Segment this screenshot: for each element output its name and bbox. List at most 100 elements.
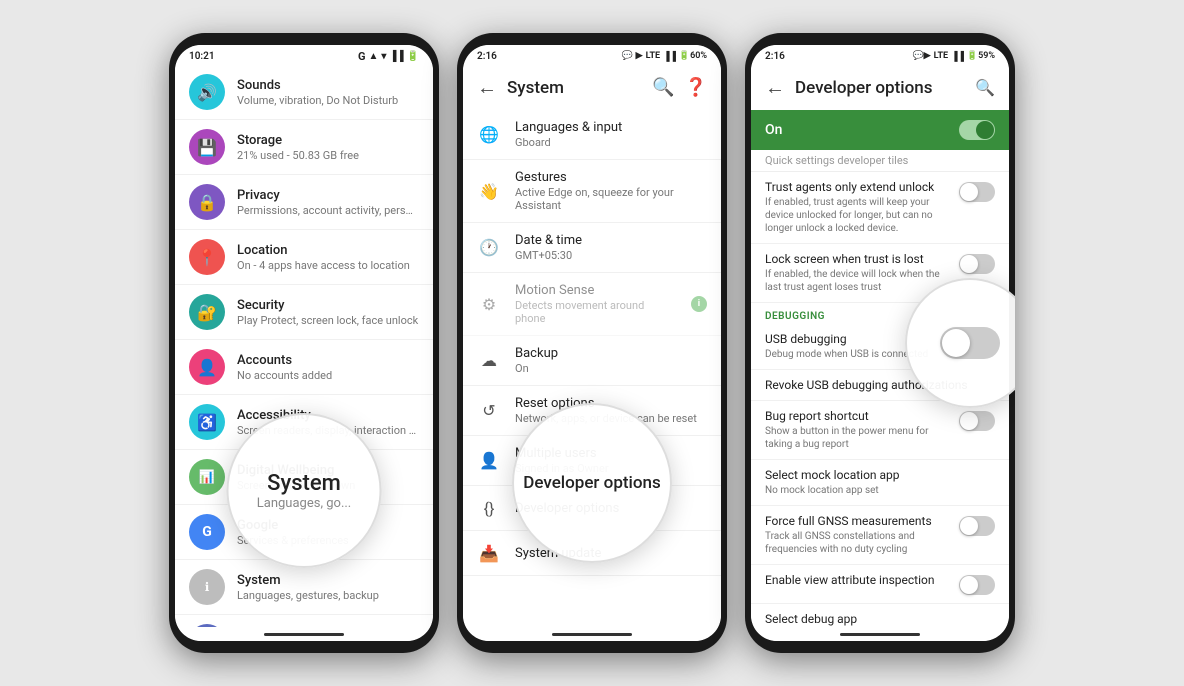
youtube-icon: ▶ <box>636 51 643 61</box>
dev-on-toggle[interactable] <box>959 120 995 140</box>
dev-on-bar: On <box>751 110 1009 150</box>
backup-icon: ☁ <box>477 349 501 373</box>
toggle-knob <box>976 121 994 139</box>
trust-agents-toggle[interactable] <box>959 182 995 202</box>
time-2: 2:16 <box>477 51 497 62</box>
bug-report-toggle[interactable] <box>959 411 995 431</box>
battery-3: 🔋59% <box>967 51 995 61</box>
location-icon: 📍 <box>189 239 225 275</box>
home-bar-line <box>264 633 344 636</box>
list-item[interactable]: 📱 About phone Pixel 4 XL <box>175 615 433 627</box>
list-item[interactable]: 🔊 Sounds Volume, vibration, Do Not Distu… <box>175 65 433 120</box>
developer-icon: {} <box>477 496 501 520</box>
home-bar-3 <box>751 627 1009 641</box>
list-item[interactable]: Select mock location app No mock locatio… <box>751 460 1009 506</box>
phone-2: 2:16 💬 ▶ LTE ▐▐ 🔋60% ← System 🔍 ❓ 🌐 Lang… <box>457 33 727 653</box>
dev-options-title: Developer options <box>795 78 965 98</box>
list-item[interactable]: Lock screen when trust is lost If enable… <box>751 244 1009 303</box>
list-item[interactable]: Quick settings developer tiles <box>751 150 1009 172</box>
home-bar-line-3 <box>840 633 920 636</box>
gestures-icon: 👋 <box>477 179 501 203</box>
google-settings-icon: G <box>189 514 225 550</box>
back-button-3[interactable]: ← <box>765 75 785 100</box>
list-item[interactable]: ☁ Backup On <box>463 336 721 386</box>
back-button-2[interactable]: ← <box>477 75 497 100</box>
accounts-title: Accounts <box>237 353 419 368</box>
time-3: 2:16 <box>765 51 785 62</box>
reset-icon: ↺ <box>477 399 501 423</box>
datetime-icon: 🕐 <box>477 236 501 260</box>
debugging-section-label: DEBUGGING <box>751 303 1009 324</box>
digital-wellbeing-icon: 📊 <box>189 459 225 495</box>
developer-options-item[interactable]: {} Developer options <box>463 486 721 531</box>
privacy-icon: 🔒 <box>189 184 225 220</box>
update-icon: 📥 <box>477 541 501 565</box>
home-bar-line-2 <box>552 633 632 636</box>
lte-3: LTE <box>934 51 949 61</box>
list-item[interactable]: Revoke USB debugging authorizations <box>751 370 1009 401</box>
list-item[interactable]: 📥 System update <box>463 531 721 576</box>
home-bar-2 <box>463 627 721 641</box>
signal-2-icon: ▐▐ <box>663 51 676 62</box>
accounts-subtitle: No accounts added <box>237 369 419 382</box>
view-attr-toggle[interactable] <box>959 575 995 595</box>
list-item[interactable]: 👤 Multiple users Signed in as Owner <box>463 436 721 486</box>
signal-icon: ▐▐ <box>389 51 403 62</box>
notification-icon: ▲ <box>368 51 378 62</box>
list-item[interactable]: 🕐 Date & time GMT+05:30 <box>463 223 721 273</box>
phone-3: 2:16 💬▶ LTE ▐▐ 🔋59% ← Developer options … <box>745 33 1015 653</box>
whatsapp-icon: 💬 <box>621 51 632 61</box>
list-item[interactable]: Force full GNSS measurements Track all G… <box>751 506 1009 565</box>
list-item[interactable]: 💾 Storage 21% used - 50.83 GB free <box>175 120 433 175</box>
motion-icon: ⚙ <box>477 292 501 316</box>
list-item[interactable]: Bug report shortcut Show a button in the… <box>751 401 1009 460</box>
users-icon: 👤 <box>477 449 501 473</box>
help-button-2[interactable]: ❓ <box>685 77 707 98</box>
info-badge: i <box>691 296 707 312</box>
storage-icon: 💾 <box>189 129 225 165</box>
status-bar-3: 2:16 💬▶ LTE ▐▐ 🔋59% <box>751 45 1009 65</box>
lock-screen-toggle[interactable] <box>959 254 995 274</box>
list-item[interactable]: 📍 Location On - 4 apps have access to lo… <box>175 230 433 285</box>
list-item[interactable]: ⚙ Motion Sense Detects movement around p… <box>463 273 721 336</box>
sounds-icon: 🔊 <box>189 74 225 110</box>
wifi-icon: ▾ <box>381 51 386 62</box>
time-1: 10:21 <box>189 51 215 62</box>
settings-screen-1: 🔊 Sounds Volume, vibration, Do Not Distu… <box>175 65 433 627</box>
list-item[interactable]: 🔐 Security Play Protect, screen lock, fa… <box>175 285 433 340</box>
battery-icon: 🔋 <box>407 51 419 62</box>
icons-3: 💬▶ <box>912 51 930 61</box>
accounts-item[interactable]: 👤 Accounts No accounts added <box>175 340 433 395</box>
usb-debugging-subtitle: Debug mode when USB is connected <box>765 348 953 361</box>
usb-debugging-item[interactable]: USB debugging Debug mode when USB is con… <box>751 324 1009 370</box>
list-item[interactable]: ↺ Reset options Network, apps, or device… <box>463 386 721 436</box>
list-item[interactable]: 🌐 Languages & input Gboard <box>463 110 721 160</box>
home-bar-1 <box>175 627 433 641</box>
list-item[interactable]: ℹ System Languages, gestures, backup <box>175 560 433 615</box>
security-icon: 🔐 <box>189 294 225 330</box>
list-item[interactable]: 📊 Digital Wellbeing Screen time, Wind Do… <box>175 450 433 505</box>
google-icon: G <box>358 50 366 63</box>
battery-2: 🔋60% <box>679 51 707 61</box>
list-item[interactable]: 🔒 Privacy Permissions, account activity,… <box>175 175 433 230</box>
signal-3: ▐▐ <box>951 51 964 62</box>
list-item[interactable]: 👋 Gestures Active Edge on, squeeze for y… <box>463 160 721 223</box>
gnss-toggle[interactable] <box>959 516 995 536</box>
status-bar-1: 10:21 G ▲ ▾ ▐▐ 🔋 <box>175 45 433 65</box>
system-icon: ℹ <box>189 569 225 605</box>
list-item[interactable]: ♿ Accessibility Screen readers, display,… <box>175 395 433 450</box>
search-button-2[interactable]: 🔍 <box>652 77 674 98</box>
system-app-bar: ← System 🔍 ❓ <box>463 65 721 110</box>
list-item[interactable]: Enable view attribute inspection <box>751 565 1009 604</box>
system-screen-title: System <box>507 78 642 98</box>
dev-on-label: On <box>765 122 782 138</box>
dev-options-header: ← Developer options 🔍 <box>751 65 1009 110</box>
status-bar-2: 2:16 💬 ▶ LTE ▐▐ 🔋60% <box>463 45 721 65</box>
phone-1: 10:21 G ▲ ▾ ▐▐ 🔋 🔊 Sounds Volume, vibrat… <box>169 33 439 653</box>
list-item[interactable]: G Google Services & preferences <box>175 505 433 560</box>
usb-debugging-title: USB debugging <box>765 332 953 346</box>
list-item[interactable]: Trust agents only extend unlock If enabl… <box>751 172 1009 244</box>
accessibility-icon: ♿ <box>189 404 225 440</box>
search-button-3[interactable]: 🔍 <box>975 78 995 97</box>
list-item[interactable]: Select debug app <box>751 604 1009 627</box>
